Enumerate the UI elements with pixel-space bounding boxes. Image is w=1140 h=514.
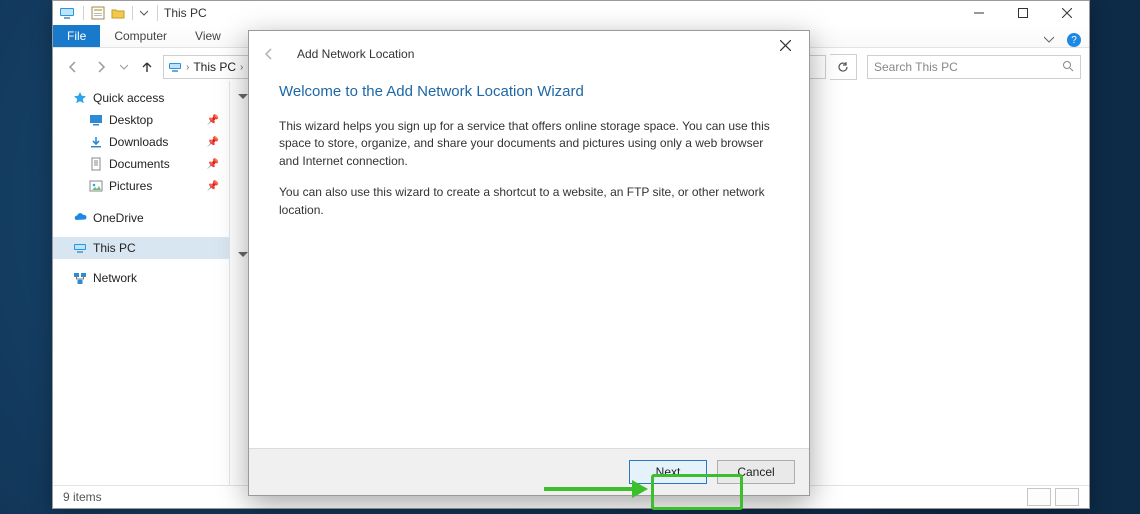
tab-file[interactable]: File xyxy=(53,25,100,47)
refresh-button[interactable] xyxy=(830,54,857,80)
network-icon xyxy=(73,271,87,285)
close-button[interactable] xyxy=(1045,1,1089,25)
quickaccess-customize-icon[interactable] xyxy=(140,6,148,20)
properties-icon[interactable] xyxy=(91,6,105,20)
dialog-header: Add Network Location xyxy=(249,31,809,77)
sidebar-item-downloads[interactable]: Downloads 📌 xyxy=(53,131,229,153)
tab-computer[interactable]: Computer xyxy=(100,25,181,47)
sidebar-item-label: This PC xyxy=(93,241,136,255)
pictures-icon xyxy=(89,179,103,193)
sidebar-item-pictures[interactable]: Pictures 📌 xyxy=(53,175,229,197)
titlebar: This PC xyxy=(53,1,1089,25)
status-item-count: 9 items xyxy=(63,490,102,504)
view-large-button[interactable] xyxy=(1055,488,1079,506)
dialog-back-button[interactable] xyxy=(255,40,283,68)
search-placeholder: Search This PC xyxy=(874,60,958,74)
search-input[interactable]: Search This PC xyxy=(867,55,1081,79)
sidebar-item-this-pc[interactable]: This PC xyxy=(53,237,229,259)
sidebar-item-documents[interactable]: Documents 📌 xyxy=(53,153,229,175)
separator xyxy=(157,5,158,21)
sidebar-item-label: Desktop xyxy=(109,113,153,127)
search-icon xyxy=(1062,60,1074,75)
dialog-title: Add Network Location xyxy=(297,47,414,61)
sidebar-item-label: Network xyxy=(93,271,137,285)
downloads-icon xyxy=(89,135,103,149)
pin-icon: 📌 xyxy=(207,137,219,148)
minimize-button[interactable] xyxy=(957,1,1001,25)
dialog-paragraph: You can also use this wizard to create a… xyxy=(279,184,779,219)
view-details-button[interactable] xyxy=(1027,488,1051,506)
window-title: This PC xyxy=(164,6,207,20)
sidebar-item-label: Documents xyxy=(109,157,170,171)
chevron-right-icon[interactable]: › xyxy=(186,62,189,73)
new-folder-icon[interactable] xyxy=(111,6,125,20)
this-pc-icon xyxy=(59,5,75,21)
sidebar-item-label: OneDrive xyxy=(93,211,144,225)
sidebar-item-label: Quick access xyxy=(93,91,164,105)
nav-up-button[interactable] xyxy=(135,55,159,79)
dialog-heading: Welcome to the Add Network Location Wiza… xyxy=(279,83,779,100)
pin-icon: 📌 xyxy=(207,115,219,126)
dialog-body: Welcome to the Add Network Location Wiza… xyxy=(249,83,809,219)
separator xyxy=(83,6,84,20)
nav-forward-button[interactable] xyxy=(89,55,113,79)
separator xyxy=(132,6,133,20)
onedrive-icon xyxy=(73,211,87,225)
nav-back-button[interactable] xyxy=(61,55,85,79)
documents-icon xyxy=(89,157,103,171)
dialog-footer: Next Cancel xyxy=(249,448,809,495)
dialog-paragraph: This wizard helps you sign up for a serv… xyxy=(279,118,779,170)
sidebar-item-label: Pictures xyxy=(109,179,152,193)
pin-icon: 📌 xyxy=(207,159,219,170)
this-pc-icon xyxy=(73,241,87,255)
sidebar-item-desktop[interactable]: Desktop 📌 xyxy=(53,109,229,131)
cancel-button[interactable]: Cancel xyxy=(717,460,795,484)
nav-recent-button[interactable] xyxy=(117,55,131,79)
sidebar-item-onedrive[interactable]: OneDrive xyxy=(53,207,229,229)
tab-view[interactable]: View xyxy=(181,25,235,47)
sidebar: Quick access Desktop 📌 Downloads 📌 Docum… xyxy=(53,81,230,486)
breadcrumb[interactable]: This PC xyxy=(193,60,236,74)
star-icon xyxy=(73,91,87,105)
this-pc-icon xyxy=(168,60,182,74)
ribbon-expand-icon[interactable] xyxy=(1041,31,1057,47)
sidebar-item-label: Downloads xyxy=(109,135,168,149)
pin-icon: 📌 xyxy=(207,181,219,192)
maximize-button[interactable] xyxy=(1001,1,1045,25)
add-network-location-dialog: Add Network Location Welcome to the Add … xyxy=(248,30,810,496)
chevron-right-icon[interactable]: › xyxy=(240,62,243,73)
sidebar-item-quick-access[interactable]: Quick access xyxy=(53,87,229,109)
help-icon[interactable]: ? xyxy=(1067,33,1081,47)
next-button[interactable]: Next xyxy=(629,460,707,484)
desktop-icon xyxy=(89,113,103,127)
dialog-close-button[interactable] xyxy=(765,31,805,59)
sidebar-item-network[interactable]: Network xyxy=(53,267,229,289)
